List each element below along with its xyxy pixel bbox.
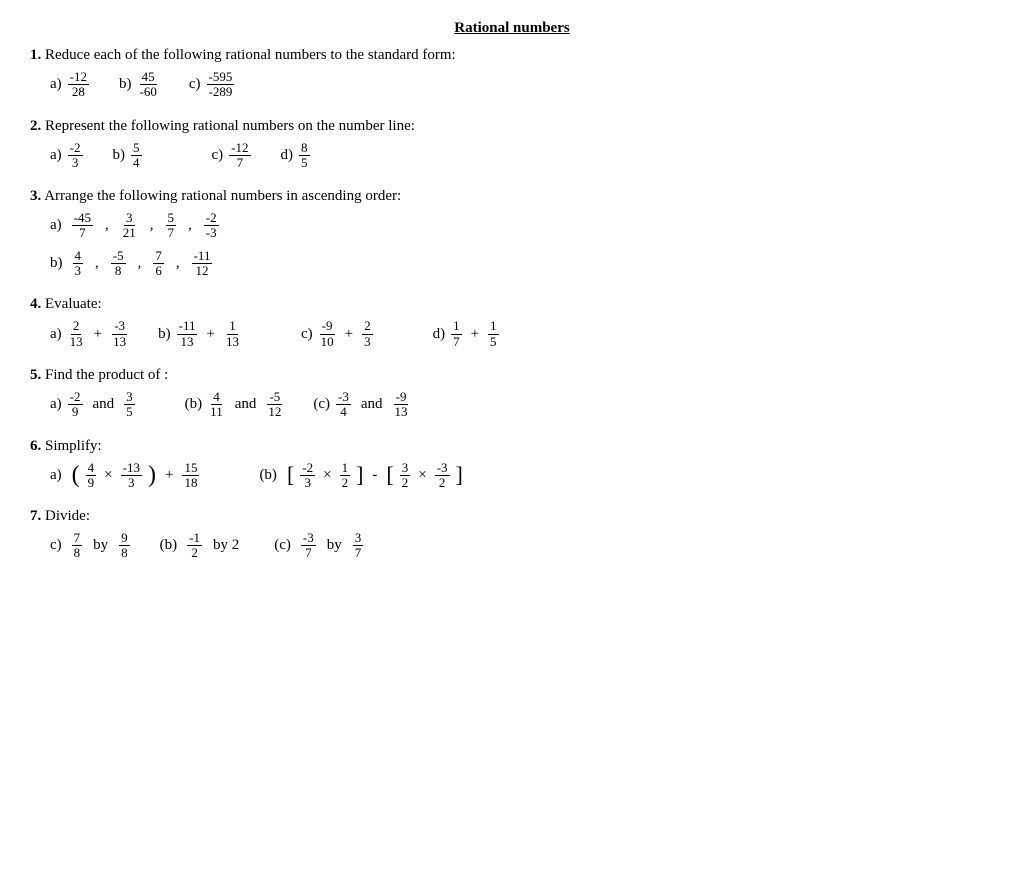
frac-q4d2: 1 5 — [488, 319, 499, 349]
q2-part-d: d) 8 5 — [281, 141, 310, 171]
q6-part-b: (b) [ -23 × 12 ] - [ 32 × -32 ] — [259, 461, 462, 491]
frac-q3a1: -45 7 — [72, 211, 93, 241]
q3-header: 3. Arrange the following rational number… — [30, 188, 994, 205]
frac-q3b1: 4 3 — [73, 249, 84, 279]
q4-part-d: d) 1 7 + 1 5 — [433, 319, 499, 349]
q1-part-c: c) -595 -289 — [189, 70, 235, 100]
q6-parts: a) ( 49 × -133 ) + 1518 (b) [ -23 × 12 ]… — [50, 461, 994, 491]
q6-header: 6. Simplify: — [30, 438, 994, 455]
frac-q4d1: 1 7 — [451, 319, 462, 349]
page-title: Rational numbers — [30, 20, 994, 37]
q7-part-c: c) 7 8 by 9 8 — [50, 531, 130, 561]
frac-q2b: 5 4 — [131, 141, 142, 171]
q7-header: 7. Divide: — [30, 508, 994, 525]
frac-q5b2: -5 12 — [266, 390, 283, 420]
frac-q4b2: 1 13 — [224, 319, 241, 349]
q6-part-a: a) ( 49 × -133 ) + 1518 — [50, 461, 199, 491]
frac-q3a4: -2 -3 — [204, 211, 219, 241]
frac-q3b4: -11 12 — [192, 249, 213, 279]
q5-part-a: a) -2 9 and 3 5 — [50, 390, 135, 420]
frac-q2c: -12 7 — [229, 141, 250, 171]
q1-parts: a) -12 28 b) 45 -60 c) -595 -289 — [50, 70, 994, 100]
q5-parts: a) -2 9 and 3 5 (b) 4 11 and -5 12 — [50, 390, 994, 420]
question-3: 3. Arrange the following rational number… — [30, 188, 994, 278]
frac-q5a2: 3 5 — [124, 390, 135, 420]
q4-parts: a) 2 13 + -3 13 b) -11 13 + 1 13 — [50, 319, 994, 349]
question-5: 5. Find the product of : a) -2 9 and 3 5… — [30, 367, 994, 420]
frac-q3a2: 3 21 — [121, 211, 138, 241]
frac-q1a: -12 28 — [68, 70, 89, 100]
frac-q5c1: -3 4 — [336, 390, 351, 420]
frac-q2a: -2 3 — [68, 141, 83, 171]
question-2: 2. Represent the following rational numb… — [30, 118, 994, 171]
q3-parts: a) -45 7 , 3 21 , 5 7 , -2 -3 b) — [50, 211, 994, 278]
frac-q4a2: -3 13 — [111, 319, 128, 349]
q3-part-b: b) 4 3 , -5 8 , 7 6 , -11 12 — [50, 249, 994, 279]
q2-parts: a) -2 3 b) 5 4 c) -12 7 d) 8 5 — [50, 141, 994, 171]
frac-q5b1: 4 11 — [208, 390, 225, 420]
q1-part-b: b) 45 -60 — [119, 70, 159, 100]
frac-q5a1: -2 9 — [68, 390, 83, 420]
frac-q3a3: 5 7 — [166, 211, 177, 241]
frac-q3b3: 7 6 — [153, 249, 164, 279]
q4-part-a: a) 2 13 + -3 13 — [50, 319, 128, 349]
q5-header: 5. Find the product of : — [30, 367, 994, 384]
q2-part-a: a) -2 3 — [50, 141, 83, 171]
frac-q3b2: -5 8 — [111, 249, 126, 279]
q4-part-b: b) -11 13 + 1 13 — [158, 319, 241, 349]
q5-part-b: (b) 4 11 and -5 12 — [185, 390, 284, 420]
frac-q1c: -595 -289 — [207, 70, 235, 100]
question-4: 4. Evaluate: a) 2 13 + -3 13 b) -11 13 + — [30, 296, 994, 349]
frac-q5c2: -9 13 — [393, 390, 410, 420]
q7-part-b: (b) -1 2 by 2 — [160, 531, 245, 561]
q7-parts: c) 7 8 by 9 8 (b) -1 2 by 2 (c) -3 — [50, 531, 994, 561]
frac-q1b: 45 -60 — [138, 70, 159, 100]
question-1: 1. Reduce each of the following rational… — [30, 47, 994, 100]
frac-q4c1: -9 10 — [319, 319, 336, 349]
frac-q4a1: 2 13 — [68, 319, 85, 349]
q2-part-b: b) 5 4 — [113, 141, 142, 171]
q4-header: 4. Evaluate: — [30, 296, 994, 313]
frac-q4b1: -11 13 — [177, 319, 198, 349]
question-7: 7. Divide: c) 7 8 by 9 8 (b) -1 2 by 2 — [30, 508, 994, 561]
q3-part-a: a) -45 7 , 3 21 , 5 7 , -2 -3 — [50, 211, 994, 241]
question-6: 6. Simplify: a) ( 49 × -133 ) + 1518 (b)… — [30, 438, 994, 491]
q7-part-b2: (c) -3 7 by 3 7 — [274, 531, 363, 561]
q2-part-c: c) -12 7 — [212, 141, 251, 171]
frac-q2d: 8 5 — [299, 141, 310, 171]
q1-header: 1. Reduce each of the following rational… — [30, 47, 994, 64]
q4-part-c: c) -9 10 + 2 3 — [301, 319, 373, 349]
q1-part-a: a) -12 28 — [50, 70, 89, 100]
frac-q4c2: 2 3 — [362, 319, 373, 349]
q2-header: 2. Represent the following rational numb… — [30, 118, 994, 135]
q5-part-c: (c) -3 4 and -9 13 — [313, 390, 409, 420]
